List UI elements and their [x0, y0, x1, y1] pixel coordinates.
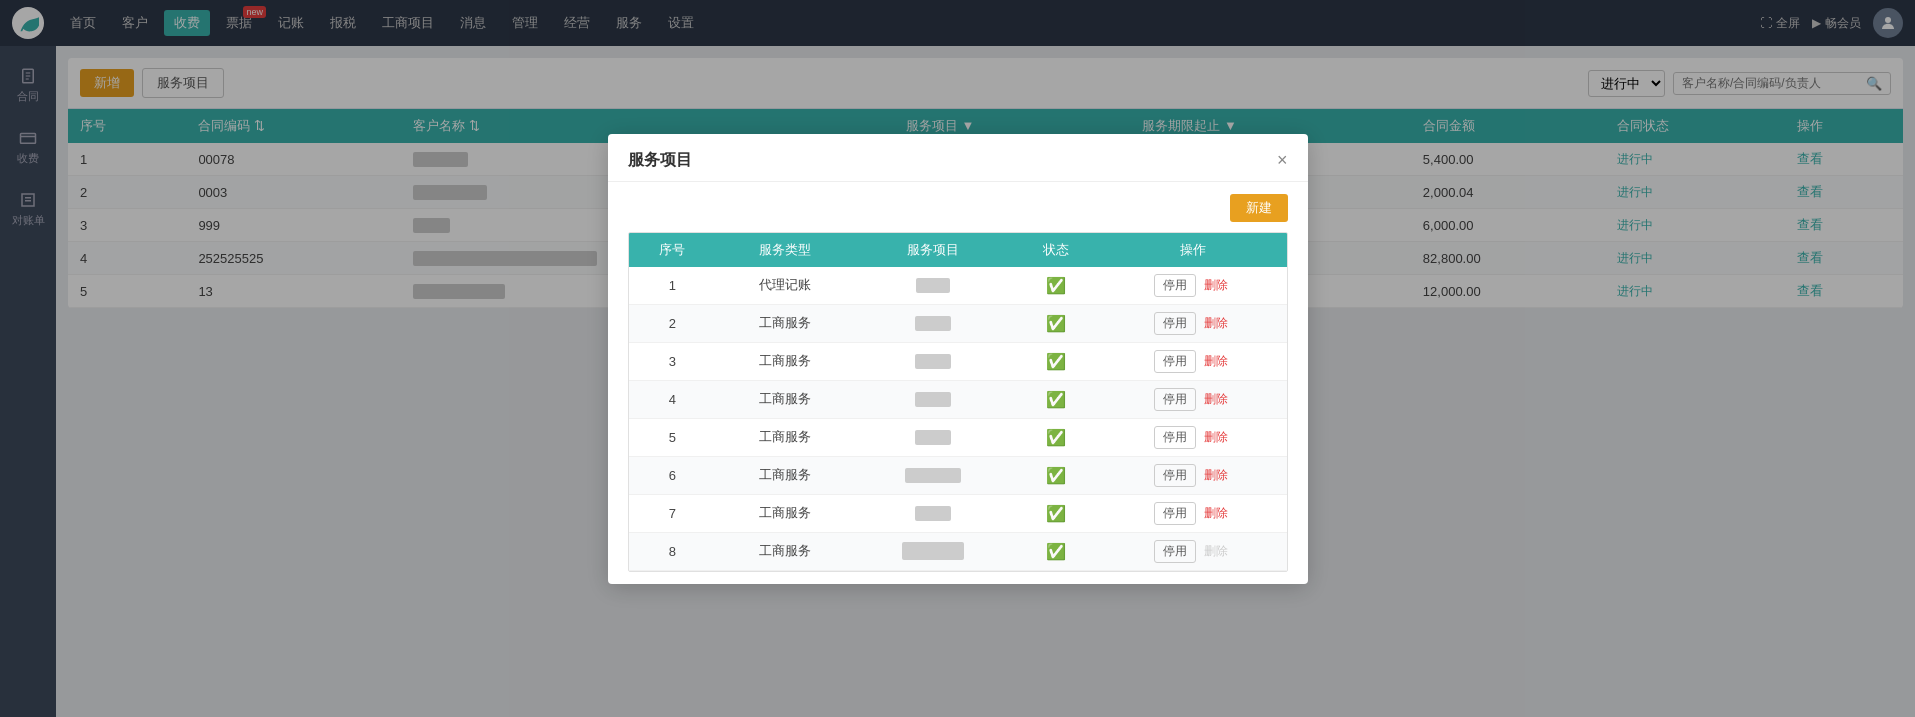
modal-cell-type: 工商服务 [716, 456, 854, 494]
stop-button[interactable]: 停用 [1154, 540, 1196, 563]
status-check-icon: ✅ [1046, 429, 1066, 446]
modal-col-type: 服务类型 [716, 233, 854, 267]
modal-table-row: 6 工商服务 ██████ ✅ 停用 删除 [629, 456, 1287, 494]
modal-table-wrap: 序号 服务类型 服务项目 状态 操作 1 代理记账 ███1 ✅ 停用 删除 2… [628, 232, 1288, 572]
modal-cell-seq: 6 [629, 456, 717, 494]
delete-button[interactable]: 删除 [1200, 275, 1232, 296]
delete-button[interactable]: 删除 [1200, 427, 1232, 448]
modal-col-status: 状态 [1012, 233, 1100, 267]
status-check-icon: ✅ [1046, 505, 1066, 522]
modal-table-row: 5 工商服务 ████ ✅ 停用 删除 [629, 418, 1287, 456]
stop-button[interactable]: 停用 [1154, 464, 1196, 487]
modal-cell-seq: 1 [629, 267, 717, 305]
modal-cell-action: 停用 删除 [1100, 342, 1287, 380]
modal-cell-seq: 3 [629, 342, 717, 380]
modal-col-project: 服务项目 [854, 233, 1012, 267]
modal-cell-type: 工商服务 [716, 342, 854, 380]
stop-button[interactable]: 停用 [1154, 312, 1196, 335]
stop-button[interactable]: 停用 [1154, 274, 1196, 297]
modal-table-row: 7 工商服务 ████ ✅ 停用 删除 [629, 494, 1287, 532]
modal-cell-status: ✅ [1012, 532, 1100, 570]
delete-button[interactable]: 删除 [1200, 389, 1232, 410]
modal-table: 序号 服务类型 服务项目 状态 操作 1 代理记账 ███1 ✅ 停用 删除 2… [629, 233, 1287, 571]
status-check-icon: ✅ [1046, 467, 1066, 484]
new-service-button[interactable]: 新建 [1230, 194, 1288, 222]
modal-cell-action: 停用 删除 [1100, 494, 1287, 532]
modal-cell-status: ✅ [1012, 456, 1100, 494]
modal-cell-project: ████注册 [854, 532, 1012, 570]
modal-cell-action: 停用 删除 [1100, 380, 1287, 418]
modal-cell-status: ✅ [1012, 418, 1100, 456]
modal-cell-project: ████ [854, 342, 1012, 380]
modal-cell-type: 工商服务 [716, 380, 854, 418]
stop-button[interactable]: 停用 [1154, 388, 1196, 411]
status-check-icon: ✅ [1046, 391, 1066, 408]
modal-cell-seq: 4 [629, 380, 717, 418]
status-check-icon: ✅ [1046, 543, 1066, 560]
delete-button: 删除 [1200, 541, 1232, 562]
modal-cell-status: ✅ [1012, 267, 1100, 305]
modal-table-row: 8 工商服务 ████注册 ✅ 停用 删除 [629, 532, 1287, 570]
modal-header: 服务项目 × [608, 134, 1308, 182]
modal-table-row: 3 工商服务 ████ ✅ 停用 删除 [629, 342, 1287, 380]
modal-col-seq: 序号 [629, 233, 717, 267]
modal-table-row: 4 工商服务 ████ ✅ 停用 删除 [629, 380, 1287, 418]
modal-cell-type: 工商服务 [716, 532, 854, 570]
modal-cell-project: ████ [854, 418, 1012, 456]
modal-cell-seq: 7 [629, 494, 717, 532]
service-modal: 服务项目 × 新建 序号 服务类型 服务项目 状态 操作 [608, 134, 1308, 584]
modal-cell-status: ✅ [1012, 380, 1100, 418]
modal-cell-project: ████ [854, 494, 1012, 532]
modal-cell-project: ████ [854, 380, 1012, 418]
modal-cell-action: 停用 删除 [1100, 456, 1287, 494]
modal-cell-action: 停用 删除 [1100, 532, 1287, 570]
delete-button[interactable]: 删除 [1200, 351, 1232, 372]
modal-cell-action: 停用 删除 [1100, 267, 1287, 305]
modal-cell-type: 代理记账 [716, 267, 854, 305]
modal-cell-action: 停用 删除 [1100, 418, 1287, 456]
modal-cell-status: ✅ [1012, 494, 1100, 532]
modal-close-button[interactable]: × [1277, 151, 1288, 169]
modal-overlay[interactable]: 服务项目 × 新建 序号 服务类型 服务项目 状态 操作 [0, 0, 1915, 717]
status-check-icon: ✅ [1046, 315, 1066, 332]
modal-cell-project: ████ [854, 304, 1012, 342]
modal-col-action: 操作 [1100, 233, 1287, 267]
modal-table-row: 2 工商服务 ████ ✅ 停用 删除 [629, 304, 1287, 342]
modal-cell-project: ██████ [854, 456, 1012, 494]
modal-cell-seq: 2 [629, 304, 717, 342]
modal-cell-project: ███1 [854, 267, 1012, 305]
modal-title: 服务项目 [628, 150, 692, 171]
modal-cell-action: 停用 删除 [1100, 304, 1287, 342]
modal-cell-seq: 8 [629, 532, 717, 570]
modal-cell-status: ✅ [1012, 304, 1100, 342]
stop-button[interactable]: 停用 [1154, 502, 1196, 525]
modal-toolbar: 新建 [628, 194, 1288, 222]
modal-body: 新建 序号 服务类型 服务项目 状态 操作 1 代理记账 [608, 182, 1308, 584]
modal-cell-seq: 5 [629, 418, 717, 456]
stop-button[interactable]: 停用 [1154, 350, 1196, 373]
stop-button[interactable]: 停用 [1154, 426, 1196, 449]
modal-table-row: 1 代理记账 ███1 ✅ 停用 删除 [629, 267, 1287, 305]
modal-cell-status: ✅ [1012, 342, 1100, 380]
modal-cell-type: 工商服务 [716, 418, 854, 456]
delete-button[interactable]: 删除 [1200, 465, 1232, 486]
delete-button[interactable]: 删除 [1200, 313, 1232, 334]
modal-cell-type: 工商服务 [716, 494, 854, 532]
status-check-icon: ✅ [1046, 353, 1066, 370]
modal-cell-type: 工商服务 [716, 304, 854, 342]
delete-button[interactable]: 删除 [1200, 503, 1232, 524]
status-check-icon: ✅ [1046, 277, 1066, 294]
